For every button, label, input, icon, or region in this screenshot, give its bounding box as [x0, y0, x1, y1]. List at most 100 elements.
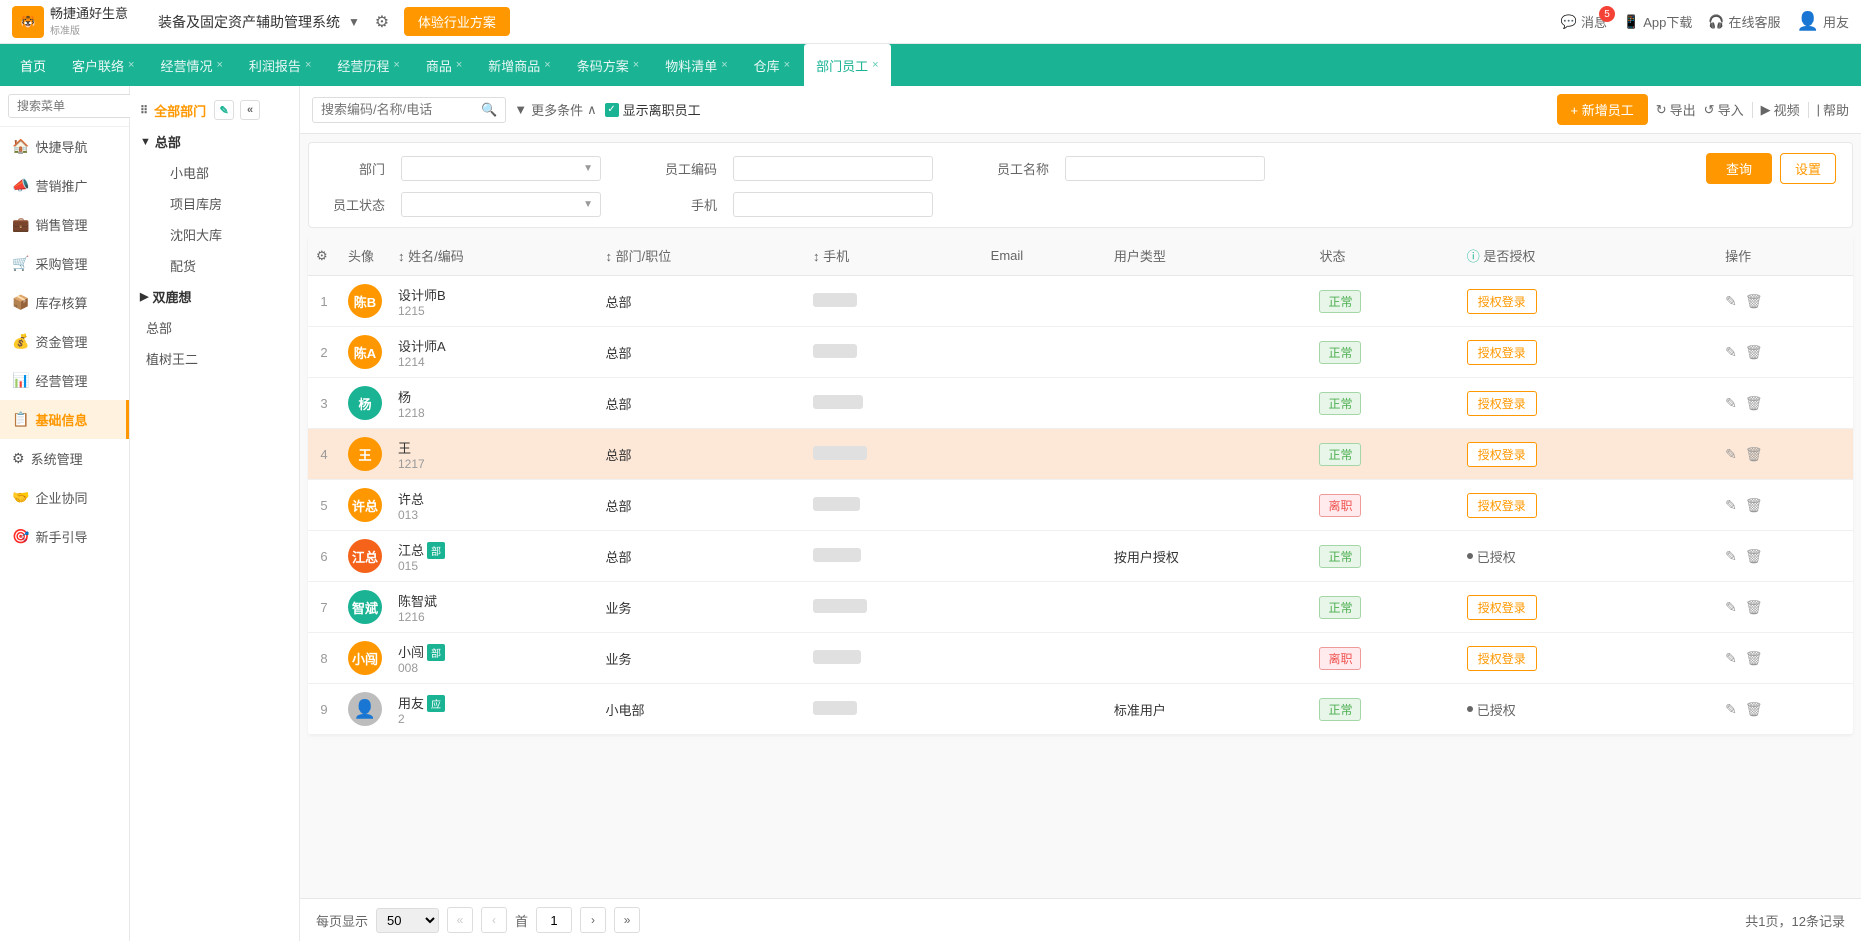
- edit-icon[interactable]: ✎: [1725, 395, 1737, 412]
- all-dept-label[interactable]: 全部部门: [154, 101, 206, 120]
- tab-customer[interactable]: 客户联络 ×: [60, 44, 146, 86]
- tab-close-bom[interactable]: ×: [721, 59, 727, 71]
- edit-icon[interactable]: ✎: [1725, 293, 1737, 310]
- sidebar-item-marketing[interactable]: 📣 营销推广: [0, 166, 129, 205]
- dept-group-shuanglu[interactable]: ▶ 双鹿想: [130, 281, 299, 312]
- dept-item-zongbu2[interactable]: 总部: [130, 312, 299, 343]
- edit-icon[interactable]: ✎: [1725, 344, 1737, 361]
- dept-group-collapse-shuanglu[interactable]: ▶: [140, 290, 148, 303]
- auth-btn[interactable]: 授权登录: [1467, 442, 1537, 467]
- empstatus-filter-select[interactable]: [401, 192, 601, 217]
- tab-new-goods[interactable]: 新增商品 ×: [476, 44, 562, 86]
- empcode-filter-input[interactable]: [733, 156, 933, 181]
- help-button[interactable]: | 帮助: [1817, 100, 1849, 119]
- tab-history[interactable]: 经营历程 ×: [325, 44, 411, 86]
- edit-icon[interactable]: ✎: [1725, 650, 1737, 667]
- online-service-button[interactable]: 🎧 在线客服: [1708, 12, 1780, 31]
- tab-bom[interactable]: 物料清单 ×: [653, 44, 739, 86]
- auth-btn[interactable]: 授权登录: [1467, 493, 1537, 518]
- delete-icon[interactable]: 🗑: [1745, 650, 1763, 667]
- dept-filter-select[interactable]: [401, 156, 601, 181]
- delete-icon[interactable]: 🗑: [1745, 395, 1763, 412]
- show-resigned-checkbox[interactable]: ✓: [605, 103, 619, 117]
- dept-item-shenyang[interactable]: 沈阳大库: [154, 219, 299, 250]
- export-button[interactable]: ↻ 导出: [1656, 100, 1696, 119]
- sidebar-item-system[interactable]: ⚙ 系统管理: [0, 439, 129, 478]
- query-button[interactable]: 查询: [1706, 153, 1772, 184]
- set-button[interactable]: 设置: [1780, 153, 1836, 184]
- per-page-select[interactable]: 50: [376, 908, 439, 933]
- dept-edit-icon[interactable]: ✎: [214, 100, 234, 120]
- delete-icon[interactable]: 🗑: [1745, 446, 1763, 463]
- edit-icon[interactable]: ✎: [1725, 497, 1737, 514]
- sidebar-item-sales[interactable]: 💼 销售管理: [0, 205, 129, 244]
- trial-button[interactable]: 体验行业方案: [404, 7, 510, 36]
- dept-item-zhishu[interactable]: 植树王二: [130, 343, 299, 374]
- page-first-btn[interactable]: «: [447, 907, 473, 933]
- tab-home[interactable]: 首页: [8, 44, 58, 86]
- auth-btn[interactable]: 授权登录: [1467, 391, 1537, 416]
- sidebar-item-guide[interactable]: 🎯 新手引导: [0, 517, 129, 556]
- show-resigned-wrap[interactable]: ✓ 显示离职员工: [605, 100, 701, 119]
- sidebar-item-purchase[interactable]: 🛒 采购管理: [0, 244, 129, 283]
- sidebar-item-finance[interactable]: 💰 资金管理: [0, 322, 129, 361]
- tab-employees[interactable]: 部门员工 ×: [804, 44, 890, 86]
- auth-btn[interactable]: 授权登录: [1467, 340, 1537, 365]
- mobile-filter-input[interactable]: [733, 192, 933, 217]
- dept-item-xiaodibu[interactable]: 小电部: [154, 157, 299, 188]
- table-settings-icon[interactable]: ⚙: [316, 248, 328, 263]
- delete-icon[interactable]: 🗑: [1745, 293, 1763, 310]
- tab-close-employees[interactable]: ×: [872, 59, 878, 71]
- view-button[interactable]: ▶ 视频: [1761, 100, 1800, 119]
- delete-icon[interactable]: 🗑: [1745, 497, 1763, 514]
- sidebar-item-management[interactable]: 📊 经营管理: [0, 361, 129, 400]
- settings-button[interactable]: ⚙: [368, 8, 396, 36]
- tab-close-history[interactable]: ×: [393, 59, 399, 71]
- tab-profit[interactable]: 利润报告 ×: [237, 44, 323, 86]
- sidebar-item-basic[interactable]: 📋 基础信息: [0, 400, 129, 439]
- search-input[interactable]: [321, 102, 481, 117]
- tab-close-customer[interactable]: ×: [128, 59, 134, 71]
- sidebar-item-collab[interactable]: 🤝 企业协同: [0, 478, 129, 517]
- import-button[interactable]: ↺ 导入: [1704, 100, 1744, 119]
- page-next-btn[interactable]: ›: [580, 907, 606, 933]
- tab-close-profit[interactable]: ×: [305, 59, 311, 71]
- message-button[interactable]: 💬 消息 5: [1561, 12, 1607, 31]
- page-last-btn[interactable]: »: [614, 907, 640, 933]
- tab-close-warehouse[interactable]: ×: [784, 59, 790, 71]
- page-prev-btn[interactable]: ‹: [481, 907, 507, 933]
- add-employee-button[interactable]: + 新增员工: [1557, 94, 1648, 125]
- tab-close-goods[interactable]: ×: [456, 59, 462, 71]
- auth-btn[interactable]: 授权登录: [1467, 289, 1537, 314]
- tab-close-newgoods[interactable]: ×: [544, 59, 550, 71]
- auth-btn[interactable]: 授权登录: [1467, 646, 1537, 671]
- dept-group-collapse-zongbu[interactable]: ▼: [140, 136, 151, 148]
- app-download-button[interactable]: 📱 App下载: [1623, 12, 1692, 31]
- tab-operation[interactable]: 经营情况 ×: [148, 44, 234, 86]
- user-button[interactable]: 👤 用友: [1797, 11, 1849, 32]
- delete-icon[interactable]: 🗑: [1745, 548, 1763, 565]
- dept-collapse-icon[interactable]: «: [240, 100, 260, 120]
- auth-btn[interactable]: 授权登录: [1467, 595, 1537, 620]
- delete-icon[interactable]: 🗑: [1745, 701, 1763, 718]
- sidebar-item-quicknav[interactable]: 🏠 快捷导航: [0, 127, 129, 166]
- delete-icon[interactable]: 🗑: [1745, 599, 1763, 616]
- tab-barcode[interactable]: 条码方案 ×: [565, 44, 651, 86]
- edit-icon[interactable]: ✎: [1725, 599, 1737, 616]
- dept-group-zongbu[interactable]: ▼ 总部: [130, 126, 299, 157]
- tab-close-barcode[interactable]: ×: [633, 59, 639, 71]
- edit-icon[interactable]: ✎: [1725, 548, 1737, 565]
- page-input[interactable]: [536, 907, 572, 933]
- system-title-dropdown[interactable]: ▼: [348, 15, 360, 29]
- edit-icon[interactable]: ✎: [1725, 446, 1737, 463]
- tab-warehouse[interactable]: 仓库 ×: [742, 44, 802, 86]
- more-filter-btn[interactable]: ▼ 更多条件 ∧: [514, 100, 596, 119]
- tab-close-operation[interactable]: ×: [216, 59, 222, 71]
- edit-icon[interactable]: ✎: [1725, 701, 1737, 718]
- dept-item-peihuo[interactable]: 配货: [154, 250, 299, 281]
- delete-icon[interactable]: 🗑: [1745, 344, 1763, 361]
- dept-item-xmkf[interactable]: 项目库房: [154, 188, 299, 219]
- sidebar-item-inventory[interactable]: 📦 库存核算: [0, 283, 129, 322]
- tab-goods[interactable]: 商品 ×: [414, 44, 474, 86]
- empname-filter-input[interactable]: [1065, 156, 1265, 181]
